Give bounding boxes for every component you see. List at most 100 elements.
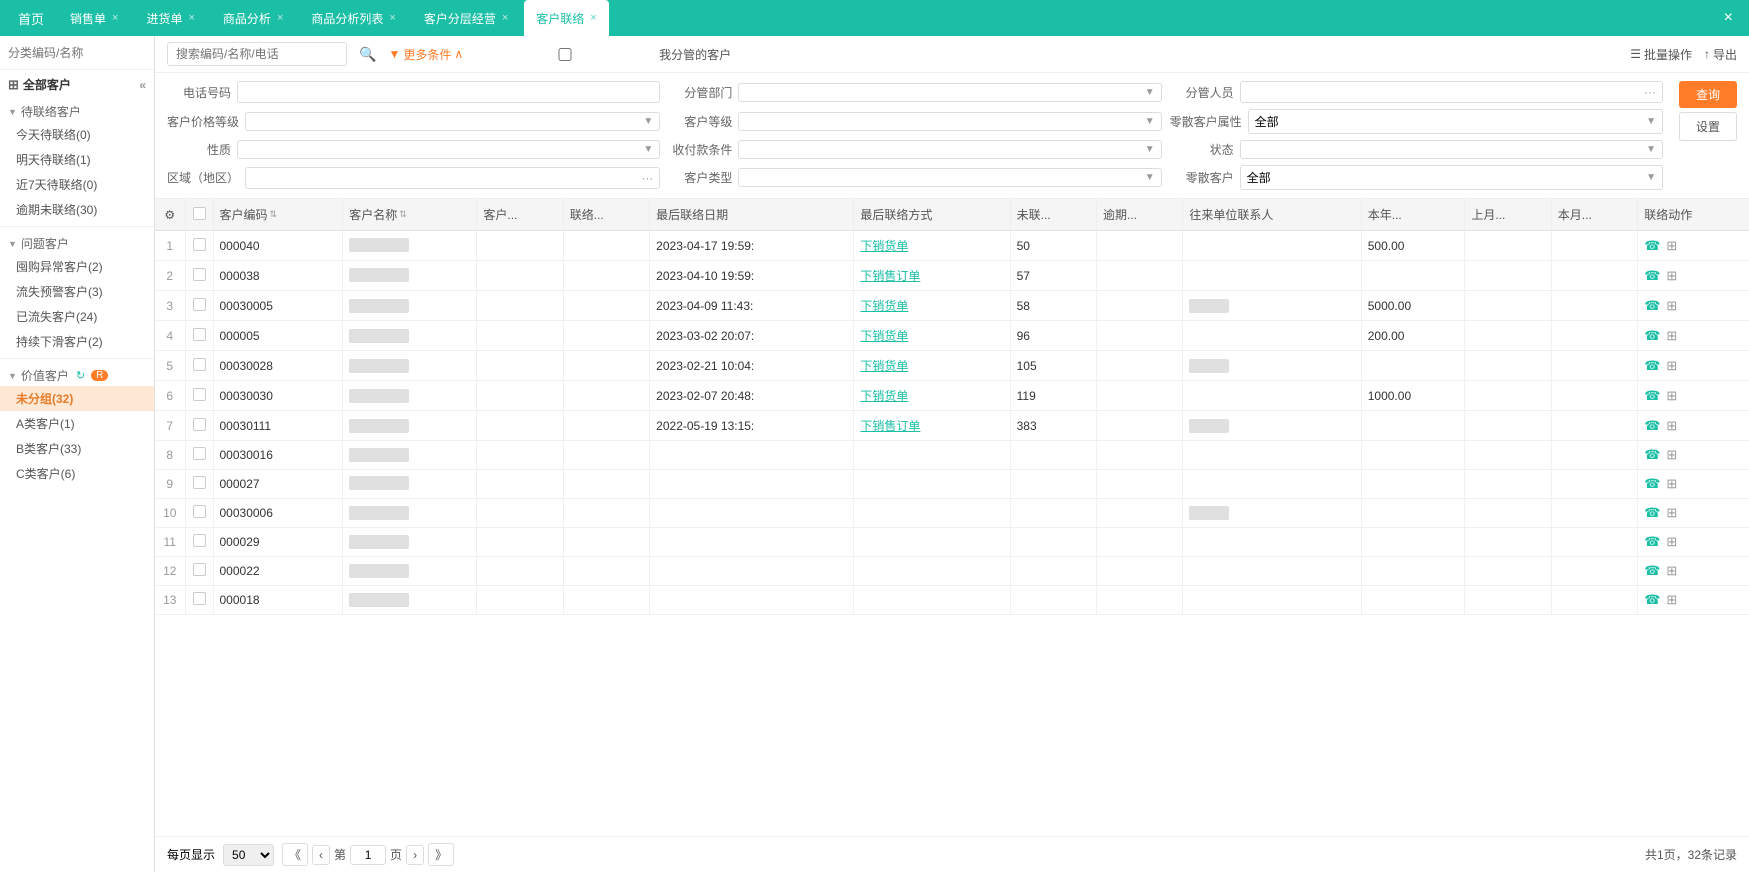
group-value-customers[interactable]: ▼ 价值客户 ↻ R <box>0 363 154 386</box>
export-button[interactable]: ↑ 导出 <box>1704 46 1737 63</box>
nav-tab-analysis-list[interactable]: 商品分析列表 × <box>299 0 407 36</box>
grid-action-icon[interactable]: ⊞ <box>1666 563 1677 579</box>
grid-action-icon[interactable]: ⊞ <box>1666 447 1677 463</box>
nav-tab-analysis[interactable]: 商品分析 × <box>211 0 295 36</box>
search-input[interactable] <box>167 42 347 66</box>
batch-operate-button[interactable]: ☰ 批量操作 <box>1630 46 1692 63</box>
status-select[interactable]: ▼ <box>1240 140 1663 159</box>
query-button[interactable]: 查询 <box>1679 81 1737 108</box>
grid-action-icon[interactable]: ⊞ <box>1666 388 1677 404</box>
my-customers-checkbox[interactable] <box>475 48 655 61</box>
th-check[interactable] <box>185 199 213 231</box>
reset-button[interactable]: 设置 <box>1679 112 1737 141</box>
grid-action-icon[interactable]: ⊞ <box>1666 592 1677 608</box>
grid-action-icon[interactable]: ⊞ <box>1666 476 1677 492</box>
grid-action-icon[interactable]: ⊞ <box>1666 328 1677 344</box>
call-icon[interactable]: ☎ <box>1644 388 1660 404</box>
row-checkbox-11[interactable] <box>193 534 206 547</box>
manager-select[interactable]: ··· <box>1240 81 1663 103</box>
name-sort-icon[interactable]: ⇅ <box>399 209 407 220</box>
collapse-icon[interactable]: « <box>139 78 146 92</box>
code-sort-icon[interactable]: ⇅ <box>270 209 278 220</box>
sidebar-item-tomorrow-pending[interactable]: 明天待联络(1) <box>0 147 154 172</box>
close-all-button[interactable]: × <box>1716 9 1741 27</box>
nav-home[interactable]: 首页 <box>8 9 54 28</box>
nav-tab-customer-contact[interactable]: 客户联络 × <box>524 0 608 36</box>
grid-action-icon[interactable]: ⊞ <box>1666 238 1677 254</box>
close-analysis-icon[interactable]: × <box>277 12 283 24</box>
call-icon[interactable]: ☎ <box>1644 447 1660 463</box>
retail-customer-select[interactable]: 全部 ▼ <box>1240 165 1663 190</box>
close-sales-icon[interactable]: × <box>112 12 118 24</box>
nav-tab-customer-tier[interactable]: 客户分层经营 × <box>412 0 520 36</box>
row-checkbox-2[interactable] <box>193 268 206 281</box>
next-page-button[interactable]: › <box>406 845 424 865</box>
sidebar-item-hoarding-abnormal[interactable]: 囤购异常客户(2) <box>0 254 154 279</box>
sidebar-item-class-c[interactable]: C类客户(6) <box>0 461 154 486</box>
close-purchase-icon[interactable]: × <box>188 12 194 24</box>
customer-type-select[interactable]: ▼ <box>738 168 1161 187</box>
row-checkbox-5[interactable] <box>193 358 206 371</box>
phone-input[interactable] <box>237 81 660 103</box>
more-conditions-button[interactable]: ▼ 更多条件 ∧ <box>388 46 463 63</box>
sidebar-item-today-pending[interactable]: 今天待联络(0) <box>0 122 154 147</box>
first-page-button[interactable]: 《 <box>282 843 308 866</box>
row-method-link-7[interactable]: 下销售订单 <box>860 419 920 433</box>
row-checkbox-13[interactable] <box>193 592 206 605</box>
sidebar-item-churned[interactable]: 已流失客户(24) <box>0 304 154 329</box>
group-pending-contact[interactable]: ▼ 待联络客户 <box>0 99 154 122</box>
row-method-link-3[interactable]: 下销货单 <box>860 299 908 313</box>
row-method-link-1[interactable]: 下销货单 <box>860 239 908 253</box>
payment-select[interactable]: ▼ <box>738 140 1161 159</box>
refresh-icon[interactable]: ↻ <box>76 369 85 382</box>
sidebar-search-input[interactable] <box>8 46 155 60</box>
dept-select[interactable]: ▼ <box>738 83 1161 102</box>
my-customers-checkbox-label[interactable]: 我分管的客户 <box>475 46 731 63</box>
sidebar-item-churn-warning[interactable]: 流失预警客户(3) <box>0 279 154 304</box>
page-size-select[interactable]: 50 20 100 <box>223 844 274 866</box>
close-analysis-list-icon[interactable]: × <box>389 12 395 24</box>
price-level-select[interactable]: ▼ <box>245 112 660 131</box>
call-icon[interactable]: ☎ <box>1644 505 1660 521</box>
sidebar-item-overdue[interactable]: 逾期未联络(30) <box>0 197 154 222</box>
header-checkbox[interactable] <box>193 207 206 220</box>
grid-action-icon[interactable]: ⊞ <box>1666 358 1677 374</box>
sidebar-item-class-a[interactable]: A类客户(1) <box>0 411 154 436</box>
region-select[interactable]: ··· <box>245 167 660 189</box>
row-checkbox-12[interactable] <box>193 563 206 576</box>
sidebar-item-declining[interactable]: 持续下滑客户(2) <box>0 329 154 354</box>
call-icon[interactable]: ☎ <box>1644 268 1660 284</box>
call-icon[interactable]: ☎ <box>1644 418 1660 434</box>
sidebar-item-ungroup[interactable]: 未分组(32) <box>0 386 154 411</box>
row-method-link-5[interactable]: 下销货单 <box>860 359 908 373</box>
nav-tab-sales[interactable]: 销售单 × <box>58 0 130 36</box>
current-page-input[interactable] <box>350 845 386 865</box>
row-checkbox-6[interactable] <box>193 388 206 401</box>
row-checkbox-4[interactable] <box>193 328 206 341</box>
grid-action-icon[interactable]: ⊞ <box>1666 534 1677 550</box>
call-icon[interactable]: ☎ <box>1644 592 1660 608</box>
all-customers-header[interactable]: ⊞ 全部客户 « <box>0 70 154 99</box>
row-method-link-2[interactable]: 下销售订单 <box>860 269 920 283</box>
call-icon[interactable]: ☎ <box>1644 563 1660 579</box>
row-checkbox-7[interactable] <box>193 418 206 431</box>
nav-tab-purchase[interactable]: 进货单 × <box>134 0 206 36</box>
call-icon[interactable]: ☎ <box>1644 358 1660 374</box>
row-method-link-4[interactable]: 下销货单 <box>860 329 908 343</box>
customer-level-select[interactable]: ▼ <box>738 112 1161 131</box>
th-setting[interactable]: ⚙ <box>155 199 185 231</box>
row-checkbox-3[interactable] <box>193 298 206 311</box>
row-checkbox-1[interactable] <box>193 238 206 251</box>
close-customer-tier-icon[interactable]: × <box>502 12 508 24</box>
row-checkbox-8[interactable] <box>193 447 206 460</box>
prev-page-button[interactable]: ‹ <box>312 845 330 865</box>
row-checkbox-10[interactable] <box>193 505 206 518</box>
grid-action-icon[interactable]: ⊞ <box>1666 418 1677 434</box>
filter-search-icon[interactable]: 🔍 <box>359 46 376 63</box>
call-icon[interactable]: ☎ <box>1644 476 1660 492</box>
sidebar-item-7days-pending[interactable]: 近7天待联络(0) <box>0 172 154 197</box>
grid-action-icon[interactable]: ⊞ <box>1666 268 1677 284</box>
row-method-link-6[interactable]: 下销货单 <box>860 389 908 403</box>
group-problem-customers[interactable]: ▼ 问题客户 <box>0 231 154 254</box>
call-icon[interactable]: ☎ <box>1644 328 1660 344</box>
